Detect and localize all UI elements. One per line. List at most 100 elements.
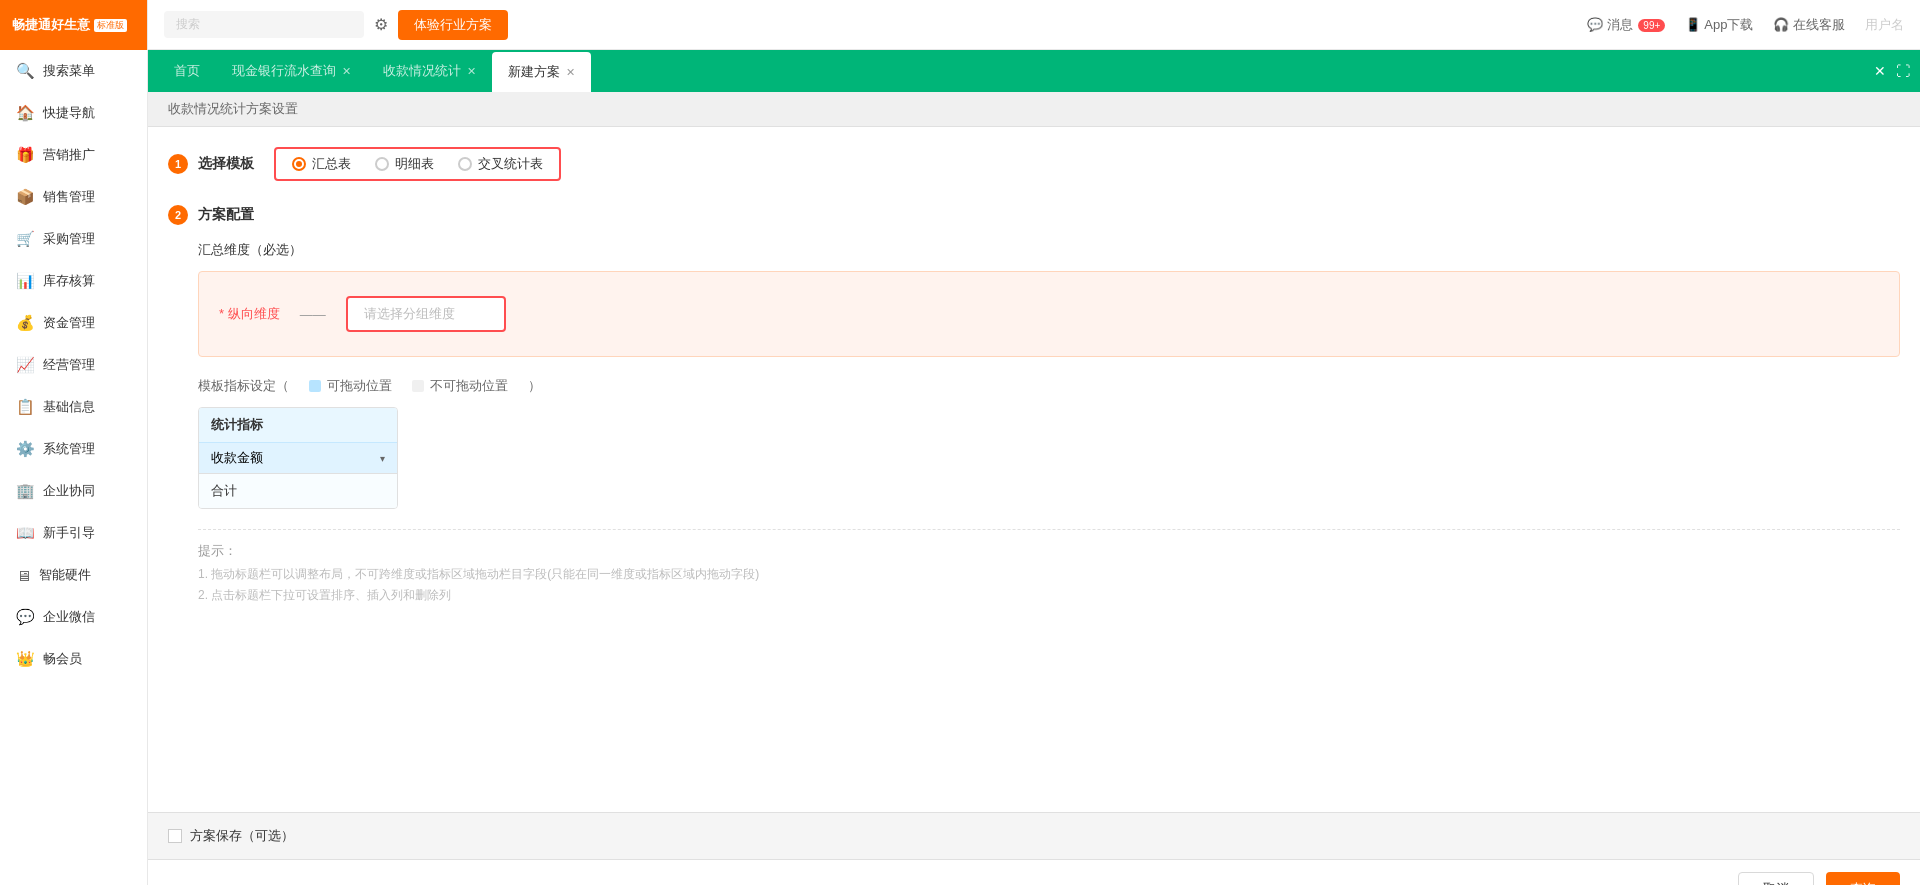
draggable-label: 可拖动位置	[327, 377, 392, 395]
sidebar-item-hardware[interactable]: 🖥 智能硬件	[0, 554, 147, 596]
sidebar-item-label: 系统管理	[43, 440, 95, 458]
tab-new-plan[interactable]: 新建方案 ✕	[492, 52, 591, 92]
money-icon: 💰	[16, 314, 35, 332]
expand-icon[interactable]: ⛶	[1896, 63, 1910, 79]
step1-title: 选择模板	[198, 155, 254, 173]
sidebar-item-label: 资金管理	[43, 314, 95, 332]
radio-cross[interactable]: 交叉统计表	[458, 155, 543, 173]
sidebar-item-weichat[interactable]: 💬 企业微信	[0, 596, 147, 638]
step2-header: 2 方案配置	[168, 205, 1900, 225]
gear-icon[interactable]: ⚙	[374, 15, 388, 34]
tab-bank-flow-label: 现金银行流水查询	[232, 62, 336, 80]
sidebar-item-operations[interactable]: 📈 经营管理	[0, 344, 147, 386]
home-icon: 🏠	[16, 104, 35, 122]
sidebar-item-label: 企业协同	[43, 482, 95, 500]
close-window-icon[interactable]: ✕	[1874, 63, 1886, 79]
tab-home[interactable]: 首页	[158, 50, 216, 92]
sidebar-item-label: 企业微信	[43, 608, 95, 626]
legend-fixed: 不可拖动位置	[412, 377, 508, 395]
radio-summary[interactable]: 汇总表	[292, 155, 351, 173]
tab-collection-stats-label: 收款情况统计	[383, 62, 461, 80]
sidebar-item-quick-nav[interactable]: 🏠 快捷导航	[0, 92, 147, 134]
building-icon: 🏢	[16, 482, 35, 500]
tips-item-2: 2. 点击标题栏下拉可设置排序、插入列和删除列	[198, 587, 1900, 604]
step2-title: 方案配置	[198, 206, 254, 224]
trending-icon: 📈	[16, 356, 35, 374]
fixed-indicator	[412, 380, 424, 392]
save-section: 方案保存（可选）	[148, 812, 1920, 859]
sidebar-item-search-menu[interactable]: 🔍 搜索菜单	[0, 50, 147, 92]
dimension-area: 纵向维度 —— 请选择分组维度	[198, 271, 1900, 357]
message-area[interactable]: 💬 消息 99+	[1587, 16, 1665, 34]
trial-button[interactable]: 体验行业方案	[398, 10, 508, 40]
sidebar-item-purchase[interactable]: 🛒 采购管理	[0, 218, 147, 260]
dimension-select[interactable]: 请选择分组维度	[346, 296, 506, 332]
cart-icon: 🛒	[16, 230, 35, 248]
sidebar-item-sales[interactable]: 📦 销售管理	[0, 176, 147, 218]
radio-cross-circle	[458, 157, 472, 171]
step1-section: 1 选择模板 汇总表 明细表	[168, 147, 1900, 181]
sidebar-item-finance[interactable]: 💰 资金管理	[0, 302, 147, 344]
cancel-button[interactable]: 取消	[1738, 872, 1814, 885]
download-icon: 📱	[1685, 17, 1701, 32]
metrics-title-suffix: ）	[528, 377, 541, 395]
step1-badge: 1	[168, 154, 188, 174]
sidebar-item-enterprise[interactable]: 🏢 企业协同	[0, 470, 147, 512]
metrics-column-header[interactable]: 收款金额 ▾	[199, 442, 397, 473]
monitor-icon: 🖥	[16, 567, 31, 584]
radio-summary-circle	[292, 157, 306, 171]
radio-detail[interactable]: 明细表	[375, 155, 434, 173]
crown-icon: 👑	[16, 650, 35, 668]
package-icon: 📦	[16, 188, 35, 206]
tab-new-plan-label: 新建方案	[508, 63, 560, 81]
tab-bank-flow-close[interactable]: ✕	[342, 65, 351, 78]
sidebar-item-system[interactable]: ⚙️ 系统管理	[0, 428, 147, 470]
sidebar-item-label: 快捷导航	[43, 104, 95, 122]
tab-collection-close[interactable]: ✕	[467, 65, 476, 78]
sidebar-item-marketing[interactable]: 🎁 营销推广	[0, 134, 147, 176]
sidebar-item-inventory[interactable]: 📊 库存核算	[0, 260, 147, 302]
page-body: 1 选择模板 汇总表 明细表	[148, 127, 1920, 812]
tab-home-label: 首页	[174, 62, 200, 80]
fixed-label: 不可拖动位置	[430, 377, 508, 395]
step1-header: 1 选择模板 汇总表 明细表	[168, 147, 1900, 181]
tips-title: 提示：	[198, 542, 1900, 560]
step2-section: 2 方案配置 汇总维度（必选） 纵向维度 ——	[168, 205, 1900, 620]
metrics-row-cell: 合计	[199, 473, 397, 508]
query-button[interactable]: 查询	[1826, 872, 1900, 885]
tab-new-plan-close[interactable]: ✕	[566, 66, 575, 79]
tab-bank-flow[interactable]: 现金银行流水查询 ✕	[216, 50, 367, 92]
sidebar-item-member[interactable]: 👑 畅会员	[0, 638, 147, 680]
top-bar-left: 搜索 ⚙ 体验行业方案	[164, 10, 508, 40]
save-checkbox[interactable]	[168, 829, 182, 843]
download-area[interactable]: 📱 App下载	[1685, 16, 1753, 34]
draggable-indicator	[309, 380, 321, 392]
top-bar-right: 💬 消息 99+ 📱 App下载 🎧 在线客服 用户名	[1587, 16, 1904, 34]
dimension-row: 纵向维度 —— 请选择分组维度	[219, 296, 1879, 332]
footer-bar: 取消 查询	[148, 859, 1920, 885]
download-label: App下载	[1704, 17, 1753, 32]
tab-collection-stats[interactable]: 收款情况统计 ✕	[367, 50, 492, 92]
app-logo: 畅捷通好生意 标准版	[0, 0, 147, 50]
tips-item-1: 1. 拖动标题栏可以调整布局，不可跨维度或指标区域拖动栏目字段(只能在同一维度或…	[198, 566, 1900, 583]
sidebar-item-basic-info[interactable]: 📋 基础信息	[0, 386, 147, 428]
step2-content: 汇总维度（必选） 纵向维度 —— 请选择分组维度	[168, 241, 1900, 620]
message-badge: 99+	[1638, 19, 1665, 32]
search-bar: 搜索	[164, 11, 364, 38]
sidebar-item-guide[interactable]: 📖 新手引导	[0, 512, 147, 554]
legend-draggable: 可拖动位置	[309, 377, 392, 395]
settings-icon: ⚙️	[16, 440, 35, 458]
main-area: 搜索 ⚙ 体验行业方案 💬 消息 99+ 📱 App下载 🎧 在线客服	[148, 0, 1920, 885]
service-area[interactable]: 🎧 在线客服	[1773, 16, 1845, 34]
radio-summary-label: 汇总表	[312, 155, 351, 173]
gift-icon: 🎁	[16, 146, 35, 164]
metrics-stats-header: 统计指标	[199, 408, 397, 442]
dimension-title: 汇总维度（必选）	[198, 241, 1900, 259]
tab-bar: 首页 现金银行流水查询 ✕ 收款情况统计 ✕ 新建方案 ✕ ✕ ⛶	[148, 50, 1920, 92]
message-icon: 💬	[1587, 17, 1603, 32]
metrics-header: 模板指标设定（ 可拖动位置 不可拖动位置 ）	[198, 377, 1900, 395]
sidebar: 畅捷通好生意 标准版 🔍 搜索菜单 🏠 快捷导航 🎁 营销推广 📦 销售管理 🛒…	[0, 0, 148, 885]
user-name[interactable]: 用户名	[1865, 16, 1904, 34]
sidebar-item-label: 智能硬件	[39, 566, 91, 584]
sidebar-item-label: 销售管理	[43, 188, 95, 206]
